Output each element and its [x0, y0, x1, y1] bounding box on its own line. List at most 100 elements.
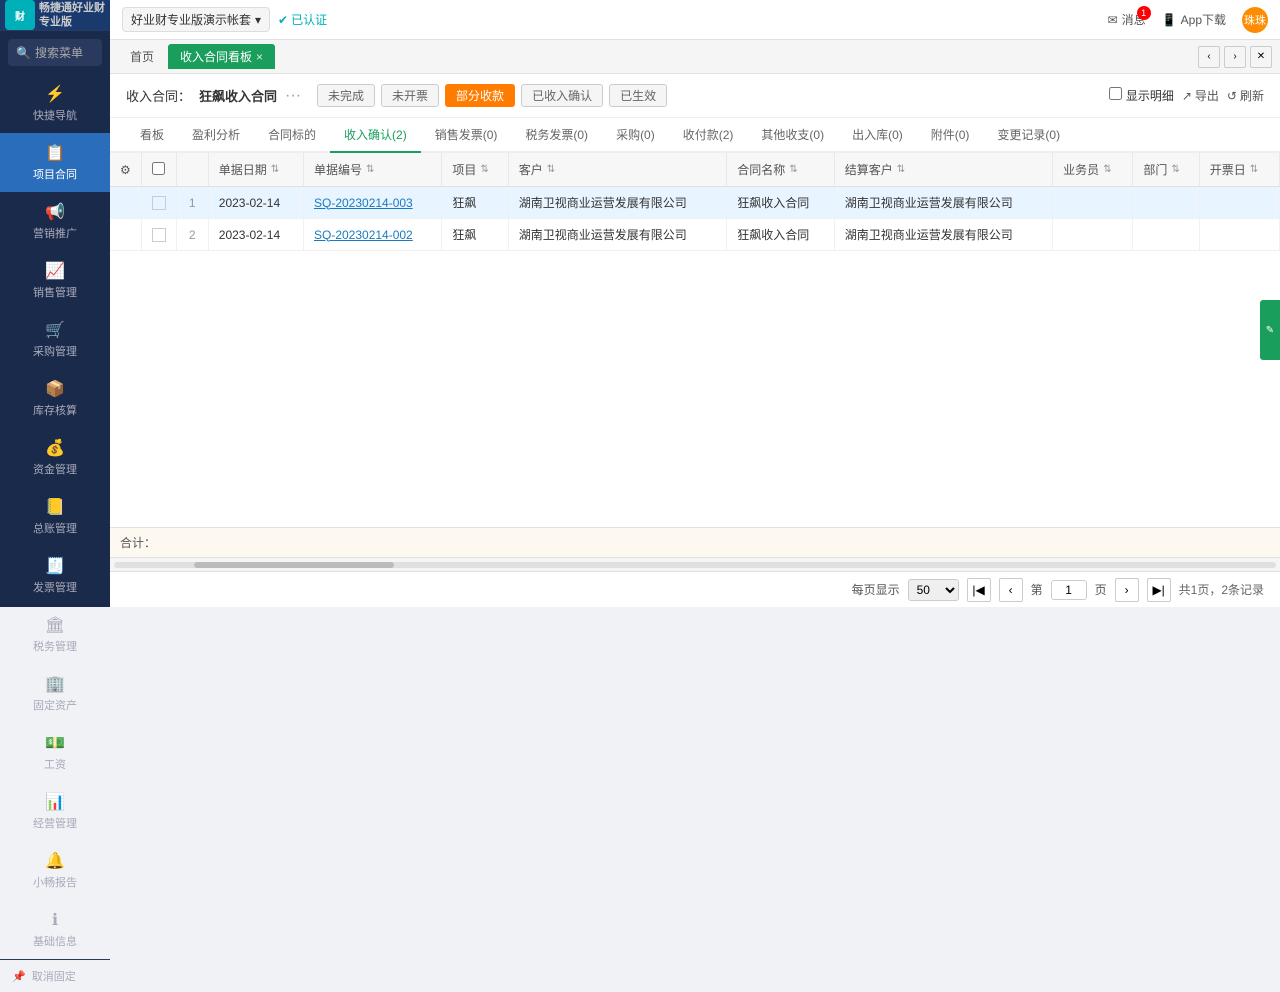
content-tab-0[interactable]: 看板: [126, 118, 178, 153]
code-link-0[interactable]: SQ-20230214-003: [314, 196, 413, 210]
date-cell: 2023-02-14: [208, 219, 303, 251]
more-options-button[interactable]: ···: [285, 87, 301, 105]
contract-header-label: 收入合同：: [126, 86, 191, 105]
content-tab-2[interactable]: 合同标的: [254, 118, 330, 153]
sidebar-label-9: 税务管理: [33, 638, 77, 654]
sidebar-icon-7: 📒: [45, 497, 65, 517]
customer-column-header: 客户⇅: [508, 153, 726, 187]
sidebar-label-3: 销售管理: [33, 284, 77, 300]
content-tab-7[interactable]: 收付款(2): [669, 118, 748, 153]
sidebar-item-1[interactable]: 📋项目合同: [0, 133, 110, 192]
status-btn-4[interactable]: 已生效: [609, 84, 667, 107]
open-date-cell: [1199, 219, 1279, 251]
page-label: 第: [1031, 581, 1043, 598]
sidebar-item-13[interactable]: 🔔小畅报告: [0, 841, 110, 900]
status-btn-2[interactable]: 部分收款: [445, 84, 515, 107]
sidebar-item-14[interactable]: ℹ 基础信息: [0, 900, 110, 959]
sidebar-label-14: 基础信息: [33, 933, 77, 949]
unpin-button[interactable]: 📌 取消固定: [0, 960, 110, 992]
setting-column-header[interactable]: ⚙: [110, 153, 141, 187]
content-tab-11[interactable]: 变更记录(0): [983, 118, 1074, 153]
project-column-header: 项目⇅: [442, 153, 508, 187]
search-menu-button[interactable]: 🔍 搜索菜单: [8, 39, 102, 66]
verified-badge: ✔ 已认证: [278, 11, 327, 28]
scrollbar-thumb[interactable]: [194, 562, 394, 568]
app-download-button[interactable]: 📱 App下载: [1162, 11, 1226, 28]
content-tab-1[interactable]: 盈利分析: [178, 118, 254, 153]
customer-sort-icon[interactable]: ⇅: [547, 164, 555, 175]
contract-name-sort-icon[interactable]: ⇅: [789, 164, 797, 175]
page-input[interactable]: [1051, 580, 1087, 600]
department-column-header: 部门⇅: [1133, 153, 1199, 187]
row-checkbox-1[interactable]: [152, 228, 166, 242]
content-tab-9[interactable]: 出入库(0): [838, 118, 917, 153]
department-cell: [1133, 219, 1199, 251]
refresh-button[interactable]: ↺ 刷新: [1227, 87, 1264, 104]
content-tab-5[interactable]: 税务发票(0): [511, 118, 602, 153]
sidebar-item-8[interactable]: 🧾发票管理: [0, 546, 110, 605]
project-sort-icon[interactable]: ⇅: [480, 164, 488, 175]
tabbar: 首页 收入合同看板 × ‹ › ✕: [110, 40, 1280, 74]
project-cell: 狂飙: [442, 219, 508, 251]
sidebar-item-9[interactable]: 🏛 税务管理: [0, 605, 110, 664]
tab-prev-button[interactable]: ‹: [1198, 46, 1220, 68]
message-button[interactable]: ✉ 1 消息: [1108, 11, 1146, 28]
table-row: 1 2023-02-14 SQ-20230214-003 狂飙 湖南卫视商业运营…: [110, 187, 1280, 219]
sidebar-item-2[interactable]: 📢营销推广: [0, 192, 110, 251]
row-num-cell: 1: [176, 187, 208, 219]
code-sort-icon[interactable]: ⇅: [366, 164, 374, 175]
content-tab-8[interactable]: 其他收支(0): [747, 118, 838, 153]
tab-close-all-button[interactable]: ✕: [1250, 46, 1272, 68]
sidebar-icon-8: 🧾: [45, 556, 65, 576]
per-page-select[interactable]: 50 100: [908, 579, 959, 601]
status-btn-3[interactable]: 已收入确认: [521, 84, 603, 107]
sidebar-icon-11: 💵: [45, 733, 65, 753]
first-page-button[interactable]: |◀: [967, 578, 991, 602]
tab-next-button[interactable]: ›: [1224, 46, 1246, 68]
table-header-row: ⚙ 单据日期⇅ 单据编号⇅ 项目⇅ 客户⇅ 合同名称⇅ 结算客户⇅ 业务员⇅ 部…: [110, 153, 1280, 187]
status-btn-0[interactable]: 未完成: [317, 84, 375, 107]
sidebar-icon-0: ⚡: [45, 84, 65, 104]
sidebar-item-7[interactable]: 📒 总账管理: [0, 487, 110, 546]
department-sort-icon[interactable]: ⇅: [1171, 164, 1179, 175]
sidebar-label-7: 总账管理: [33, 520, 77, 536]
content-tab-6[interactable]: 采购(0): [602, 118, 669, 153]
export-button[interactable]: ↗ 导出: [1182, 87, 1219, 104]
salesperson-sort-icon[interactable]: ⇅: [1103, 164, 1111, 175]
row-checkbox-0[interactable]: [152, 196, 166, 210]
tab-close-button[interactable]: ×: [256, 50, 263, 64]
notification-badge: 1: [1137, 6, 1151, 20]
content-tab-3[interactable]: 收入确认(2): [330, 118, 421, 153]
final-customer-sort-icon[interactable]: ⇅: [897, 164, 905, 175]
home-tab[interactable]: 首页: [118, 44, 166, 69]
status-btn-1[interactable]: 未开票: [381, 84, 439, 107]
sidebar-item-10[interactable]: 🏢固定资产: [0, 664, 110, 723]
company-selector[interactable]: 好业财专业版演示帐套 ▾: [122, 7, 270, 32]
date-column-header: 单据日期⇅: [208, 153, 303, 187]
show-detail-checkbox[interactable]: [1109, 87, 1122, 100]
prev-page-button[interactable]: ‹: [999, 578, 1023, 602]
sidebar-item-12[interactable]: 📊经营管理: [0, 782, 110, 841]
sidebar-icon-14: ℹ: [52, 910, 58, 930]
sidebar-icon-9: 🏛: [45, 615, 65, 635]
sidebar-item-6[interactable]: 💰资金管理: [0, 428, 110, 487]
sidebar-item-3[interactable]: 📈销售管理: [0, 251, 110, 310]
sidebar-item-4[interactable]: 🛒采购管理: [0, 310, 110, 369]
sidebar-item-5[interactable]: 📦库存核算: [0, 369, 110, 428]
check-cell: [141, 219, 176, 251]
sidebar-item-0[interactable]: ⚡快捷导航: [0, 74, 110, 133]
right-fixed-button[interactable]: ✎: [1260, 300, 1280, 360]
content-tab-10[interactable]: 附件(0): [917, 118, 984, 153]
content-tab-4[interactable]: 销售发票(0): [421, 118, 512, 153]
select-all-checkbox[interactable]: [152, 162, 165, 175]
user-avatar-area[interactable]: 珠珠: [1242, 7, 1268, 33]
sidebar-item-11[interactable]: 💵工资: [0, 723, 110, 782]
next-page-button[interactable]: ›: [1115, 578, 1139, 602]
last-page-button[interactable]: ▶|: [1147, 578, 1171, 602]
sidebar-icon-12: 📊: [45, 792, 65, 812]
date-sort-icon[interactable]: ⇅: [271, 164, 279, 175]
open-date-sort-icon[interactable]: ⇅: [1250, 164, 1258, 175]
active-tab[interactable]: 收入合同看板 ×: [168, 44, 275, 69]
code-link-1[interactable]: SQ-20230214-002: [314, 228, 413, 242]
horizontal-scrollbar[interactable]: [110, 557, 1280, 571]
